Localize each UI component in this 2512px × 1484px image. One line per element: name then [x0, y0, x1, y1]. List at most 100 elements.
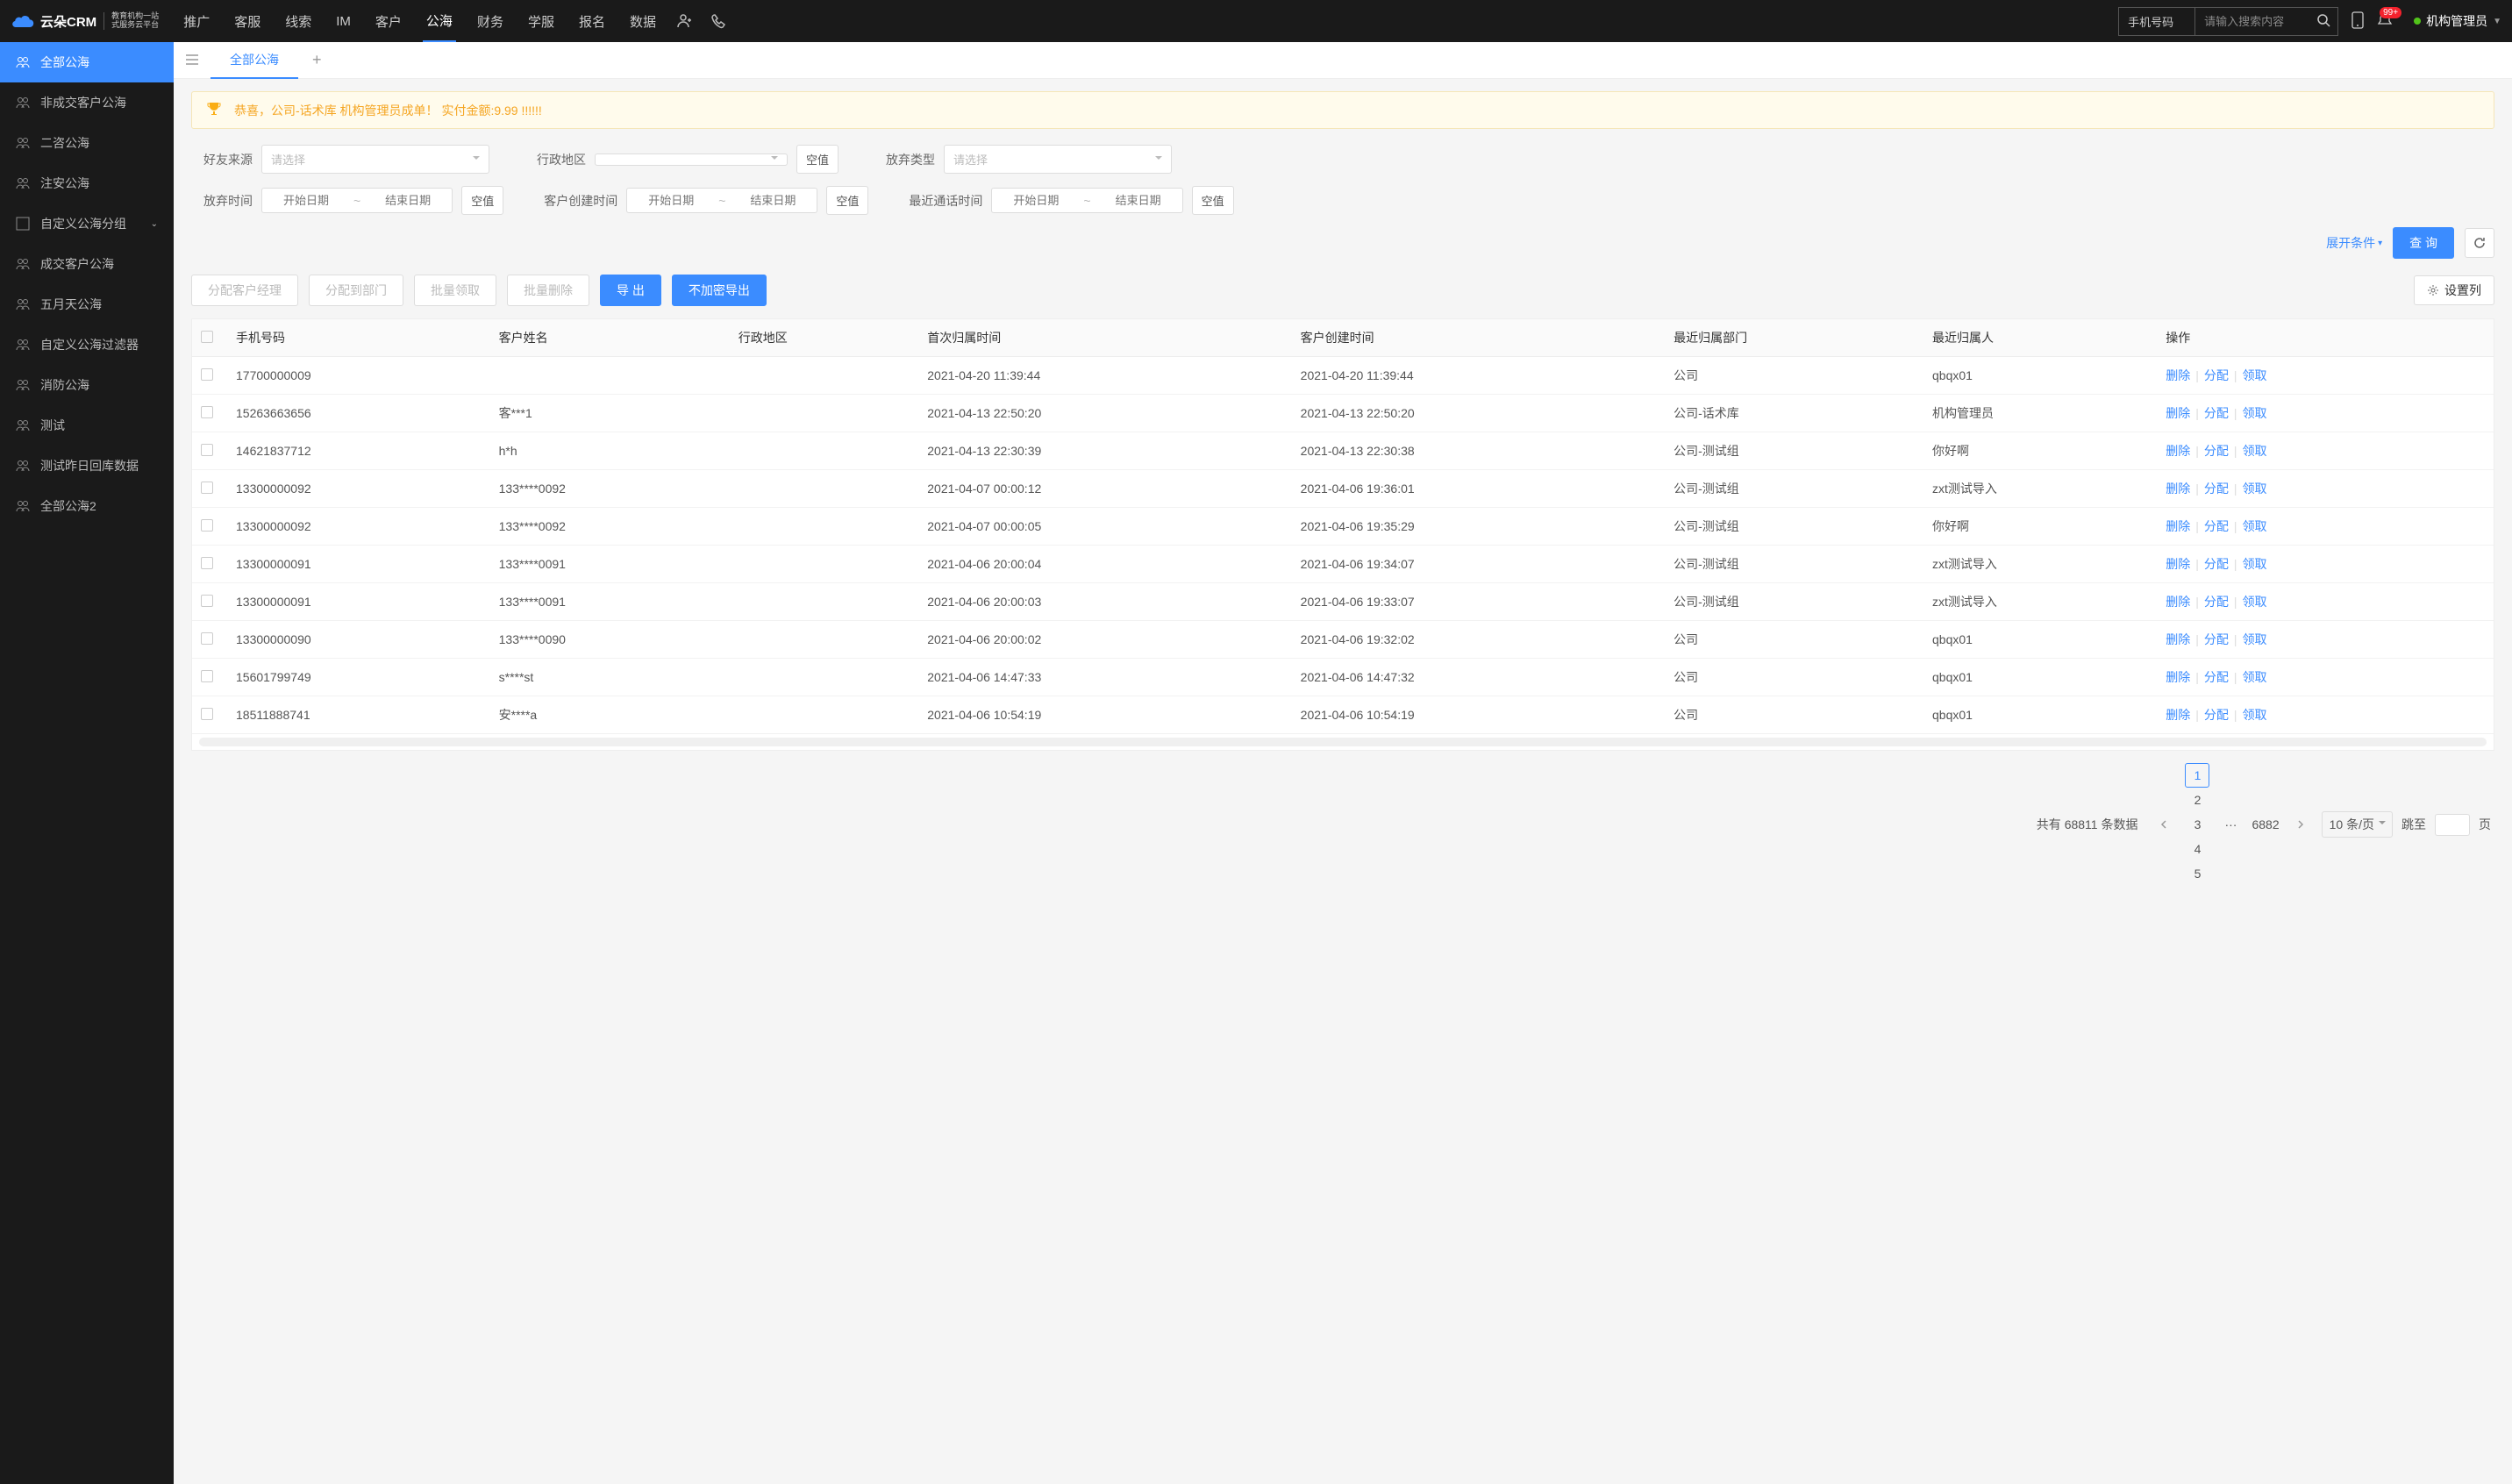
nav-item-5[interactable]: 公海: [423, 1, 456, 42]
next-page-button[interactable]: [2288, 812, 2313, 837]
expand-filters-link[interactable]: 展开条件 ▾: [2326, 234, 2382, 252]
create-time-null-button[interactable]: 空值: [826, 186, 868, 215]
row-claim-link[interactable]: 领取: [2243, 406, 2267, 420]
row-claim-link[interactable]: 领取: [2243, 595, 2267, 609]
sidebar-item-11[interactable]: 全部公海2: [0, 486, 174, 526]
nav-item-9[interactable]: 数据: [626, 2, 660, 41]
cell-phone[interactable]: 13300000092: [227, 508, 490, 546]
row-delete-link[interactable]: 删除: [2166, 708, 2190, 722]
row-checkbox[interactable]: [201, 670, 213, 682]
row-assign-link[interactable]: 分配: [2204, 368, 2229, 382]
row-assign-link[interactable]: 分配: [2204, 444, 2229, 458]
page-number-4[interactable]: 4: [2185, 837, 2209, 861]
row-assign-link[interactable]: 分配: [2204, 519, 2229, 533]
sidebar-item-5[interactable]: 成交客户公海: [0, 244, 174, 284]
friend-source-select[interactable]: 请选择: [261, 145, 489, 174]
row-claim-link[interactable]: 领取: [2243, 482, 2267, 496]
assign-manager-button[interactable]: 分配客户经理: [191, 275, 298, 306]
cell-phone[interactable]: 13300000091: [227, 546, 490, 583]
query-button[interactable]: 查 询: [2393, 227, 2454, 259]
row-delete-link[interactable]: 删除: [2166, 519, 2190, 533]
row-checkbox[interactable]: [201, 368, 213, 381]
region-select[interactable]: [595, 153, 788, 166]
batch-delete-button[interactable]: 批量删除: [507, 275, 589, 306]
create-end-input[interactable]: [729, 189, 817, 212]
search-button[interactable]: [2309, 10, 2337, 33]
page-ellipsis[interactable]: ···: [2218, 812, 2243, 837]
sidebar-item-2[interactable]: 二咨公海: [0, 123, 174, 163]
tab-add-button[interactable]: +: [298, 51, 336, 69]
prev-page-button[interactable]: [2152, 812, 2176, 837]
call-time-null-button[interactable]: 空值: [1192, 186, 1234, 215]
sidebar-item-7[interactable]: 自定义公海过滤器: [0, 325, 174, 365]
row-claim-link[interactable]: 领取: [2243, 708, 2267, 722]
row-delete-link[interactable]: 删除: [2166, 632, 2190, 646]
row-delete-link[interactable]: 删除: [2166, 406, 2190, 420]
nav-item-8[interactable]: 报名: [575, 2, 609, 41]
sidebar-item-1[interactable]: 非成交客户公海: [0, 82, 174, 123]
page-number-3[interactable]: 3: [2185, 812, 2209, 837]
last-page-button[interactable]: 6882: [2252, 812, 2279, 837]
row-delete-link[interactable]: 删除: [2166, 595, 2190, 609]
call-end-input[interactable]: [1095, 189, 1182, 212]
nav-item-4[interactable]: 客户: [372, 2, 405, 41]
row-delete-link[interactable]: 删除: [2166, 557, 2190, 571]
export-plain-button[interactable]: 不加密导出: [672, 275, 767, 306]
cell-phone[interactable]: 13300000090: [227, 621, 490, 659]
row-checkbox[interactable]: [201, 406, 213, 418]
row-checkbox[interactable]: [201, 708, 213, 720]
notification-icon[interactable]: 99+: [2377, 12, 2393, 31]
row-claim-link[interactable]: 领取: [2243, 368, 2267, 382]
search-input[interactable]: [2195, 10, 2309, 33]
search-type-select[interactable]: 手机号码: [2119, 8, 2195, 35]
tab-list-icon[interactable]: [174, 54, 211, 68]
row-delete-link[interactable]: 删除: [2166, 368, 2190, 382]
cell-phone[interactable]: 13300000092: [227, 470, 490, 508]
nav-item-6[interactable]: 财务: [474, 2, 507, 41]
row-delete-link[interactable]: 删除: [2166, 444, 2190, 458]
page-size-select[interactable]: 10 条/页: [2322, 811, 2393, 838]
user-menu[interactable]: 机构管理员 ▼: [2414, 12, 2501, 30]
batch-claim-button[interactable]: 批量领取: [414, 275, 496, 306]
cell-phone[interactable]: 14621837712: [227, 432, 490, 470]
abandon-start-input[interactable]: [262, 189, 350, 212]
row-delete-link[interactable]: 删除: [2166, 482, 2190, 496]
sidebar-item-10[interactable]: 测试昨日回库数据: [0, 446, 174, 486]
region-null-button[interactable]: 空值: [796, 145, 839, 174]
row-delete-link[interactable]: 删除: [2166, 670, 2190, 684]
call-time-range[interactable]: ~: [991, 188, 1182, 213]
sidebar-item-0[interactable]: 全部公海: [0, 42, 174, 82]
user-add-icon[interactable]: [677, 13, 693, 29]
sidebar-item-6[interactable]: 五月天公海: [0, 284, 174, 325]
cell-phone[interactable]: 18511888741: [227, 696, 490, 734]
mobile-icon[interactable]: [2351, 11, 2365, 32]
abandon-time-null-button[interactable]: 空值: [461, 186, 503, 215]
row-assign-link[interactable]: 分配: [2204, 595, 2229, 609]
row-checkbox[interactable]: [201, 557, 213, 569]
row-assign-link[interactable]: 分配: [2204, 482, 2229, 496]
create-start-input[interactable]: [627, 189, 715, 212]
cell-phone[interactable]: 15601799749: [227, 659, 490, 696]
sidebar-item-4[interactable]: 自定义公海分组⌄: [0, 203, 174, 244]
page-number-1[interactable]: 1: [2185, 763, 2209, 788]
page-number-2[interactable]: 2: [2185, 788, 2209, 812]
nav-item-2[interactable]: 线索: [282, 2, 315, 41]
cell-phone[interactable]: 15263663656: [227, 395, 490, 432]
row-claim-link[interactable]: 领取: [2243, 519, 2267, 533]
nav-item-3[interactable]: IM: [332, 4, 354, 39]
row-assign-link[interactable]: 分配: [2204, 406, 2229, 420]
row-checkbox[interactable]: [201, 595, 213, 607]
row-checkbox[interactable]: [201, 632, 213, 645]
row-claim-link[interactable]: 领取: [2243, 632, 2267, 646]
row-claim-link[interactable]: 领取: [2243, 670, 2267, 684]
cell-phone[interactable]: 17700000009: [227, 357, 490, 395]
nav-item-0[interactable]: 推广: [180, 2, 213, 41]
row-assign-link[interactable]: 分配: [2204, 557, 2229, 571]
sidebar-item-9[interactable]: 测试: [0, 405, 174, 446]
row-assign-link[interactable]: 分配: [2204, 708, 2229, 722]
row-claim-link[interactable]: 领取: [2243, 557, 2267, 571]
jump-page-input[interactable]: [2435, 814, 2470, 836]
sidebar-item-3[interactable]: 注安公海: [0, 163, 174, 203]
row-checkbox[interactable]: [201, 482, 213, 494]
row-assign-link[interactable]: 分配: [2204, 632, 2229, 646]
